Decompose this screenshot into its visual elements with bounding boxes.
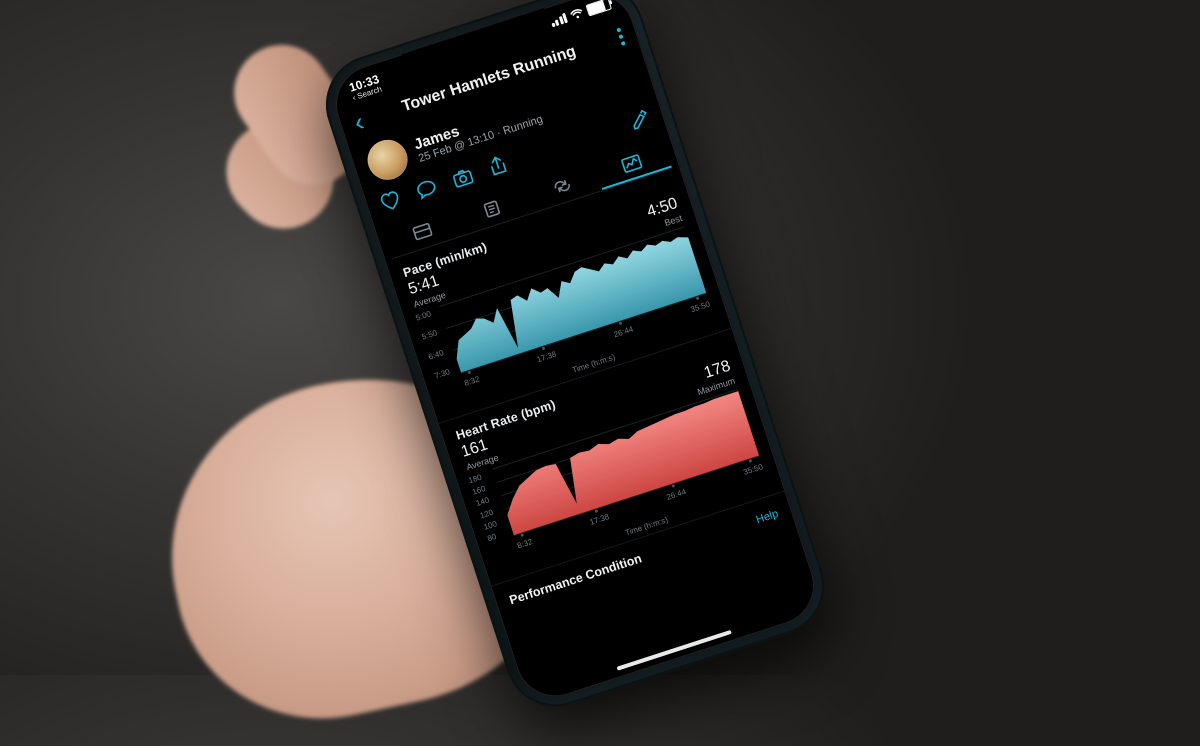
help-link[interactable]: Help: [755, 508, 780, 526]
pace-xtick: 8:32: [463, 374, 481, 387]
pace-ytick: 7:30: [433, 364, 461, 381]
camera-button[interactable]: [451, 166, 477, 193]
hr-xtick: 8:32: [516, 537, 534, 550]
hr-xtick: 35:50: [742, 462, 764, 477]
like-button[interactable]: [378, 189, 404, 217]
pace-xtick: 35:50: [689, 300, 711, 315]
avatar[interactable]: [362, 135, 412, 185]
pace-ytick: 5:50: [421, 325, 449, 342]
battery-icon: [585, 0, 612, 17]
cellular-icon: [549, 13, 568, 28]
hr-xtick: 26:44: [665, 487, 687, 502]
edit-button[interactable]: [627, 107, 654, 137]
pace-xtick: 17:38: [536, 349, 558, 364]
pace-xtick: 26:44: [613, 325, 635, 340]
pace-ytick: 6:40: [427, 345, 455, 362]
share-button[interactable]: [486, 154, 511, 183]
hr-xtick: 17:38: [589, 512, 611, 527]
wifi-icon: [569, 7, 585, 21]
comment-button[interactable]: [414, 178, 440, 206]
